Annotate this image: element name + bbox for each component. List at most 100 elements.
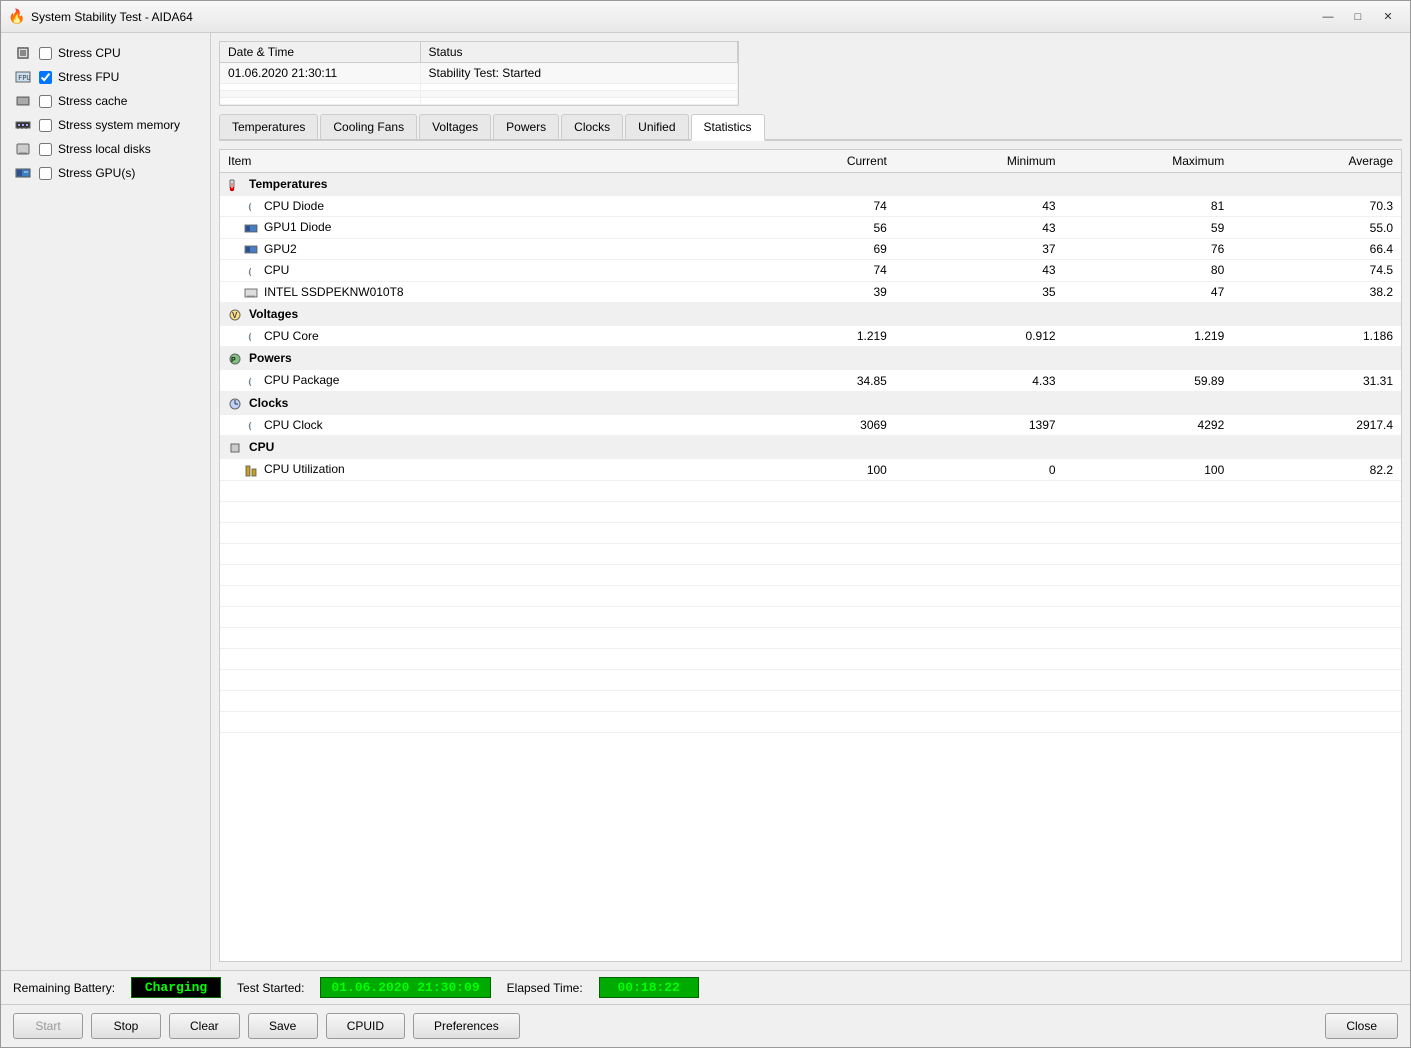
stats-average: 74.5 bbox=[1232, 260, 1401, 281]
group-icon bbox=[228, 442, 245, 454]
stats-maximum: 47 bbox=[1064, 281, 1233, 302]
stress-gpu-item[interactable]: Stress GPU(s) bbox=[9, 163, 202, 183]
stats-item-name: GPU2 bbox=[220, 238, 726, 259]
stress-cache-checkbox[interactable] bbox=[39, 95, 52, 108]
stats-average: 55.0 bbox=[1232, 217, 1401, 238]
stats-item-name: CPU Utilization bbox=[220, 459, 726, 480]
stats-minimum: 0.912 bbox=[895, 325, 1064, 346]
table-row bbox=[220, 690, 1401, 711]
svg-text:V: V bbox=[232, 311, 238, 320]
group-icon bbox=[228, 398, 245, 410]
main-window: 🔥 System Stability Test - AIDA64 — □ ✕ bbox=[0, 0, 1411, 1048]
stress-disks-label: Stress local disks bbox=[58, 142, 151, 156]
group-icon: V bbox=[228, 309, 245, 321]
tab-statistics[interactable]: Statistics bbox=[691, 114, 765, 141]
stress-memory-checkbox[interactable] bbox=[39, 119, 52, 132]
stats-item-name: CPU Package bbox=[220, 370, 726, 391]
stats-col-current: Current bbox=[726, 150, 895, 173]
table-row bbox=[220, 564, 1401, 585]
memory-icon bbox=[13, 117, 33, 133]
stress-fpu-item[interactable]: FPU Stress FPU bbox=[9, 67, 202, 87]
stats-current: 69 bbox=[726, 238, 895, 259]
item-icon bbox=[244, 288, 260, 299]
stats-minimum: 37 bbox=[895, 238, 1064, 259]
stats-item-name: CPU bbox=[220, 260, 726, 281]
cpu-icon bbox=[13, 45, 33, 61]
stats-maximum: 81 bbox=[1064, 196, 1233, 217]
stats-table: Item Current Minimum Maximum Average Tem… bbox=[220, 150, 1401, 733]
stats-average: 38.2 bbox=[1232, 281, 1401, 302]
log-cell-datetime bbox=[220, 98, 420, 105]
stress-memory-label: Stress system memory bbox=[58, 118, 180, 132]
stats-minimum: 35 bbox=[895, 281, 1064, 302]
stress-cpu-item[interactable]: Stress CPU bbox=[9, 43, 202, 63]
stress-fpu-checkbox[interactable] bbox=[39, 71, 52, 84]
clear-button[interactable]: Clear bbox=[169, 1013, 240, 1039]
stress-cpu-checkbox[interactable] bbox=[39, 47, 52, 60]
start-button[interactable]: Start bbox=[13, 1013, 83, 1039]
close-window-button[interactable]: ✕ bbox=[1374, 6, 1402, 28]
tab-clocks[interactable]: Clocks bbox=[561, 114, 623, 139]
maximize-button[interactable]: □ bbox=[1344, 6, 1372, 28]
tab-cooling-fans[interactable]: Cooling Fans bbox=[320, 114, 417, 139]
stats-average: 2917.4 bbox=[1232, 414, 1401, 435]
table-row: GPU269377666.4 bbox=[220, 238, 1401, 259]
table-row: PPowers bbox=[220, 347, 1401, 370]
stats-maximum: 59.89 bbox=[1064, 370, 1233, 391]
stress-disks-item[interactable]: Stress local disks bbox=[9, 139, 202, 159]
preferences-button[interactable]: Preferences bbox=[413, 1013, 520, 1039]
item-icon bbox=[244, 202, 260, 213]
tab-unified[interactable]: Unified bbox=[625, 114, 688, 139]
fpu-icon: FPU bbox=[13, 69, 33, 85]
stress-cpu-label: Stress CPU bbox=[58, 46, 121, 60]
stats-average: 82.2 bbox=[1232, 459, 1401, 480]
battery-label: Remaining Battery: bbox=[13, 981, 115, 995]
tab-temperatures[interactable]: Temperatures bbox=[219, 114, 318, 139]
table-row bbox=[220, 522, 1401, 543]
stress-gpu-checkbox[interactable] bbox=[39, 167, 52, 180]
item-icon bbox=[244, 421, 260, 432]
item-icon bbox=[244, 245, 260, 256]
left-panel: Stress CPU FPU Stress FPU bbox=[1, 33, 211, 970]
stats-maximum: 59 bbox=[1064, 217, 1233, 238]
minimize-button[interactable]: — bbox=[1314, 6, 1342, 28]
log-table: Date & Time Status 01.06.2020 21:30:11St… bbox=[219, 41, 739, 106]
log-col-status: Status bbox=[420, 42, 738, 63]
cpuid-button[interactable]: CPUID bbox=[326, 1013, 405, 1039]
bottom-bar: Start Stop Clear Save CPUID Preferences … bbox=[1, 1004, 1410, 1047]
item-icon bbox=[244, 332, 260, 343]
table-row bbox=[220, 711, 1401, 732]
stats-maximum: 76 bbox=[1064, 238, 1233, 259]
table-row: CPU bbox=[220, 436, 1401, 459]
stress-memory-item[interactable]: Stress system memory bbox=[9, 115, 202, 135]
disks-icon bbox=[13, 141, 33, 157]
stop-button[interactable]: Stop bbox=[91, 1013, 161, 1039]
log-col-datetime: Date & Time bbox=[220, 42, 420, 63]
stats-minimum: 1397 bbox=[895, 414, 1064, 435]
close-button[interactable]: Close bbox=[1325, 1013, 1398, 1039]
stats-group-label: VVoltages bbox=[220, 302, 1401, 325]
stats-group-label: PPowers bbox=[220, 347, 1401, 370]
log-cell-status bbox=[420, 91, 738, 98]
stats-maximum: 4292 bbox=[1064, 414, 1233, 435]
stress-disks-checkbox[interactable] bbox=[39, 143, 52, 156]
stats-item-name: CPU Diode bbox=[220, 196, 726, 217]
save-button[interactable]: Save bbox=[248, 1013, 318, 1039]
stats-col-minimum: Minimum bbox=[895, 150, 1064, 173]
table-row: Temperatures bbox=[220, 173, 1401, 196]
test-started-label: Test Started: bbox=[237, 981, 304, 995]
log-cell-status bbox=[420, 98, 738, 105]
tab-voltages[interactable]: Voltages bbox=[419, 114, 491, 139]
stats-col-item: Item bbox=[220, 150, 726, 173]
stats-current: 34.85 bbox=[726, 370, 895, 391]
stress-cache-item[interactable]: Stress cache bbox=[9, 91, 202, 111]
table-row bbox=[220, 648, 1401, 669]
tab-powers[interactable]: Powers bbox=[493, 114, 559, 139]
item-icon bbox=[244, 465, 260, 476]
table-row: VVoltages bbox=[220, 302, 1401, 325]
battery-value: Charging bbox=[131, 977, 221, 998]
test-started-value: 01.06.2020 21:30:09 bbox=[320, 977, 490, 998]
title-bar: 🔥 System Stability Test - AIDA64 — □ ✕ bbox=[1, 1, 1410, 33]
stats-maximum: 1.219 bbox=[1064, 325, 1233, 346]
table-row: CPU Diode74438170.3 bbox=[220, 196, 1401, 217]
